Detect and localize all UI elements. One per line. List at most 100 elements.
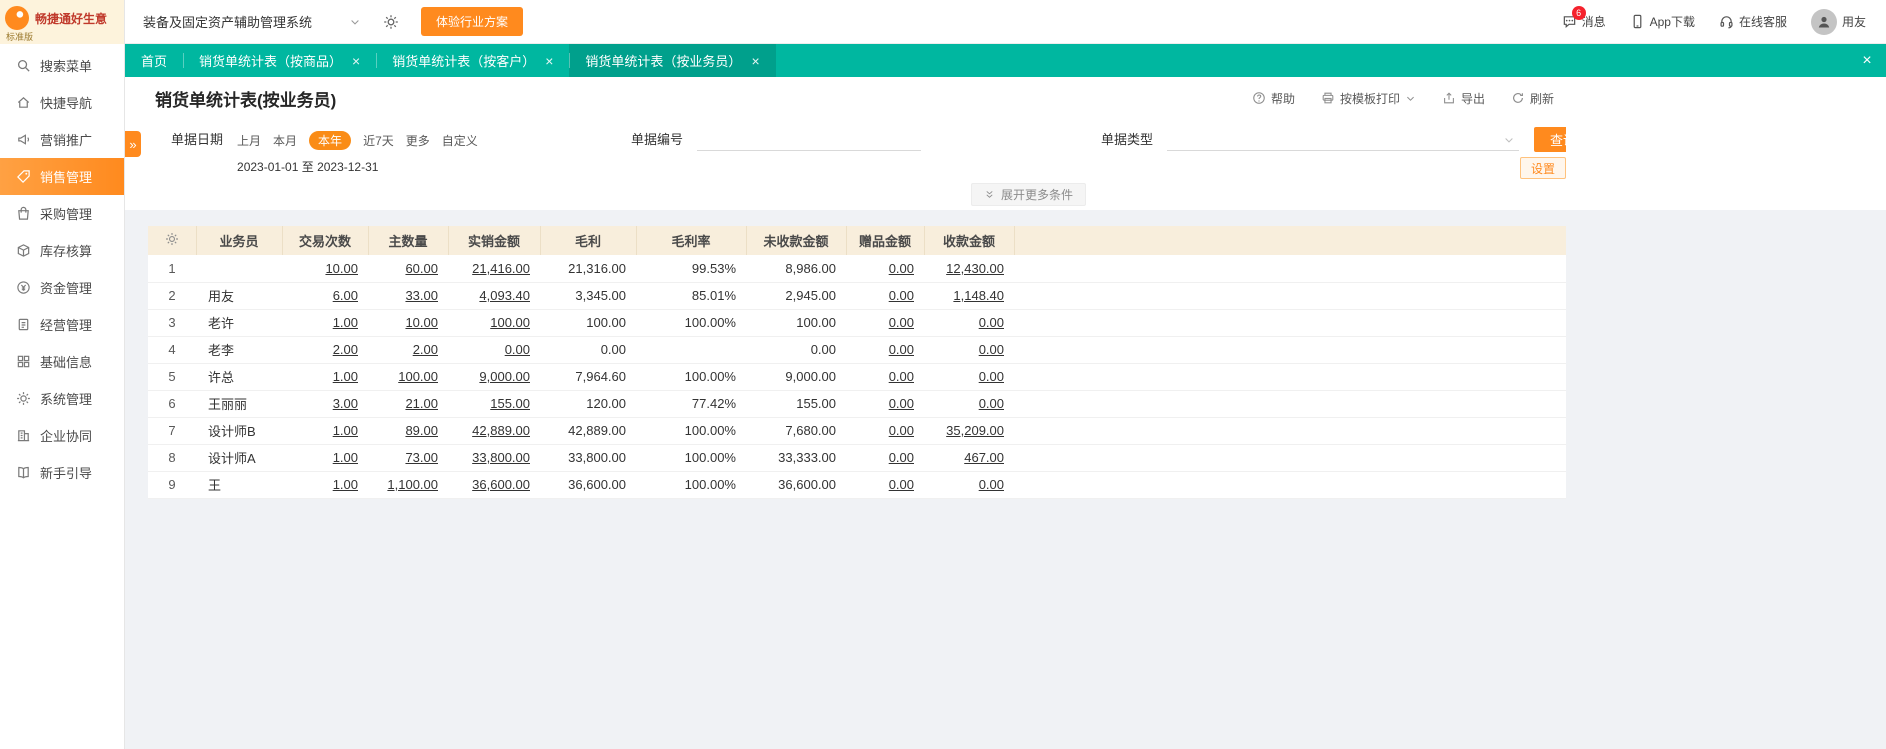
- cell-0[interactable]: 1.00: [282, 417, 368, 445]
- cell-1[interactable]: 33.00: [368, 282, 448, 310]
- cell-7[interactable]: 0.00: [924, 471, 1014, 499]
- cell-0[interactable]: 2.00: [282, 336, 368, 364]
- cell-0[interactable]: 6.00: [282, 282, 368, 310]
- tab-1[interactable]: 销货单统计表（按商品） ×: [183, 44, 376, 77]
- cell-0[interactable]: 1.00: [282, 444, 368, 472]
- cell-7[interactable]: 1,148.40: [924, 282, 1014, 310]
- cell-6[interactable]: 0.00: [846, 255, 924, 283]
- cell-0[interactable]: 1.00: [282, 471, 368, 499]
- column-header-8[interactable]: 收款金额: [924, 226, 1015, 255]
- cell-6[interactable]: 0.00: [846, 444, 924, 472]
- cell-7[interactable]: 35,209.00: [924, 417, 1014, 445]
- sidebar-item-cube[interactable]: 库存核算: [0, 232, 124, 269]
- date-option-5[interactable]: 自定义: [442, 132, 478, 149]
- sidebar-item-home[interactable]: 快捷导航: [0, 84, 124, 121]
- search-icon: [16, 58, 31, 73]
- cell-0[interactable]: 3.00: [282, 390, 368, 418]
- cell-6[interactable]: 0.00: [846, 417, 924, 445]
- cell-2[interactable]: 100.00: [448, 309, 540, 337]
- cell-7[interactable]: 467.00: [924, 444, 1014, 472]
- column-header-7[interactable]: 赠品金额: [846, 226, 925, 255]
- tab-close-icon[interactable]: ×: [352, 53, 360, 69]
- cell-1[interactable]: 60.00: [368, 255, 448, 283]
- cell-1[interactable]: 21.00: [368, 390, 448, 418]
- cell-6[interactable]: 0.00: [846, 309, 924, 337]
- cell-2[interactable]: 42,889.00: [448, 417, 540, 445]
- cell-2[interactable]: 9,000.00: [448, 363, 540, 391]
- column-header-4[interactable]: 毛利: [540, 226, 637, 255]
- export-button[interactable]: 导出: [1442, 90, 1485, 107]
- cell-7[interactable]: 0.00: [924, 309, 1014, 337]
- messages-button[interactable]: 6 消息: [1562, 6, 1606, 30]
- cell-2[interactable]: 155.00: [448, 390, 540, 418]
- tab-close-icon[interactable]: ×: [751, 53, 759, 69]
- sidebar-item-doc[interactable]: 经营管理: [0, 306, 124, 343]
- cell-1[interactable]: 1,100.00: [368, 471, 448, 499]
- cell-2[interactable]: 36,600.00: [448, 471, 540, 499]
- cell-6[interactable]: 0.00: [846, 390, 924, 418]
- date-range-value[interactable]: 2023-01-01 至 2023-12-31: [237, 158, 478, 175]
- cell-6[interactable]: 0.00: [846, 363, 924, 391]
- date-option-2[interactable]: 本年: [309, 130, 352, 150]
- cell-2[interactable]: 4,093.40: [448, 282, 540, 310]
- cell-0[interactable]: 1.00: [282, 363, 368, 391]
- sidebar-item-building[interactable]: 企业协同: [0, 417, 124, 454]
- tab-2[interactable]: 销货单统计表（按客户） ×: [376, 44, 569, 77]
- doc-no-input[interactable]: [697, 129, 922, 151]
- cell-1[interactable]: 89.00: [368, 417, 448, 445]
- tab-3[interactable]: 销货单统计表（按业务员） ×: [569, 44, 776, 77]
- cell-0[interactable]: 10.00: [282, 255, 368, 283]
- cell-1[interactable]: 10.00: [368, 309, 448, 337]
- cell-7[interactable]: 0.00: [924, 336, 1014, 364]
- sidebar-item-search[interactable]: 搜索菜单: [0, 47, 124, 84]
- tab-0[interactable]: 首页: [125, 44, 183, 77]
- sidebar-item-book[interactable]: 新手引导: [0, 454, 124, 491]
- cell-6[interactable]: 0.00: [846, 336, 924, 364]
- cell-7[interactable]: 0.00: [924, 390, 1014, 418]
- date-option-0[interactable]: 上月: [237, 132, 261, 149]
- date-option-4[interactable]: 更多: [406, 132, 430, 149]
- column-header-0[interactable]: 业务员: [196, 226, 283, 255]
- cell-2[interactable]: 33,800.00: [448, 444, 540, 472]
- online-service-button[interactable]: 在线客服: [1719, 13, 1787, 30]
- doc-type-select[interactable]: [1167, 129, 1520, 151]
- column-header-6[interactable]: 未收款金额: [746, 226, 847, 255]
- date-option-3[interactable]: 近7天: [363, 132, 394, 149]
- cell-2[interactable]: 21,416.00: [448, 255, 540, 283]
- column-header-3[interactable]: 实销金额: [448, 226, 541, 255]
- cell-2[interactable]: 0.00: [448, 336, 540, 364]
- sidebar-item-grid[interactable]: 基础信息: [0, 343, 124, 380]
- settings-button[interactable]: 设置: [1519, 157, 1566, 179]
- cell-0[interactable]: 1.00: [282, 309, 368, 337]
- sidebar-item-money[interactable]: 资金管理: [0, 269, 124, 306]
- sidebar-item-megaphone[interactable]: 营销推广: [0, 121, 124, 158]
- sidebar-item-sale[interactable]: 销售管理: [0, 158, 124, 195]
- settings-gear-icon[interactable]: [383, 14, 399, 30]
- column-header-5[interactable]: 毛利率: [636, 226, 747, 255]
- cell-6[interactable]: 0.00: [846, 282, 924, 310]
- app-logo[interactable]: 畅捷通好生意 标准版: [0, 0, 124, 44]
- cell-1[interactable]: 73.00: [368, 444, 448, 472]
- column-header-1[interactable]: 交易次数: [282, 226, 369, 255]
- print-by-template-button[interactable]: 按模板打印: [1321, 90, 1416, 107]
- sidebar-item-bag[interactable]: 采购管理: [0, 195, 124, 232]
- filter-collapse-handle[interactable]: »: [125, 131, 141, 157]
- cell-7[interactable]: 0.00: [924, 363, 1014, 391]
- date-option-1[interactable]: 本月: [273, 132, 297, 149]
- tabbar-close-icon[interactable]: ×: [1848, 44, 1886, 77]
- tab-close-icon[interactable]: ×: [545, 53, 553, 69]
- column-settings-icon[interactable]: [165, 232, 179, 246]
- refresh-button[interactable]: 刷新: [1511, 90, 1554, 107]
- help-button[interactable]: 帮助: [1252, 90, 1295, 107]
- cell-1[interactable]: 2.00: [368, 336, 448, 364]
- cell-1[interactable]: 100.00: [368, 363, 448, 391]
- user-menu[interactable]: 用友: [1810, 8, 1866, 35]
- system-select[interactable]: 装备及固定资产辅助管理系统: [143, 12, 361, 31]
- expand-more-conditions-button[interactable]: 展开更多条件: [970, 183, 1086, 206]
- cell-7[interactable]: 12,430.00: [924, 255, 1014, 283]
- trial-industry-button[interactable]: 体验行业方案: [421, 7, 524, 36]
- cell-6[interactable]: 0.00: [846, 471, 924, 499]
- sidebar-item-gear[interactable]: 系统管理: [0, 380, 124, 417]
- column-header-2[interactable]: 主数量: [368, 226, 449, 255]
- app-download-button[interactable]: App下载: [1630, 13, 1695, 30]
